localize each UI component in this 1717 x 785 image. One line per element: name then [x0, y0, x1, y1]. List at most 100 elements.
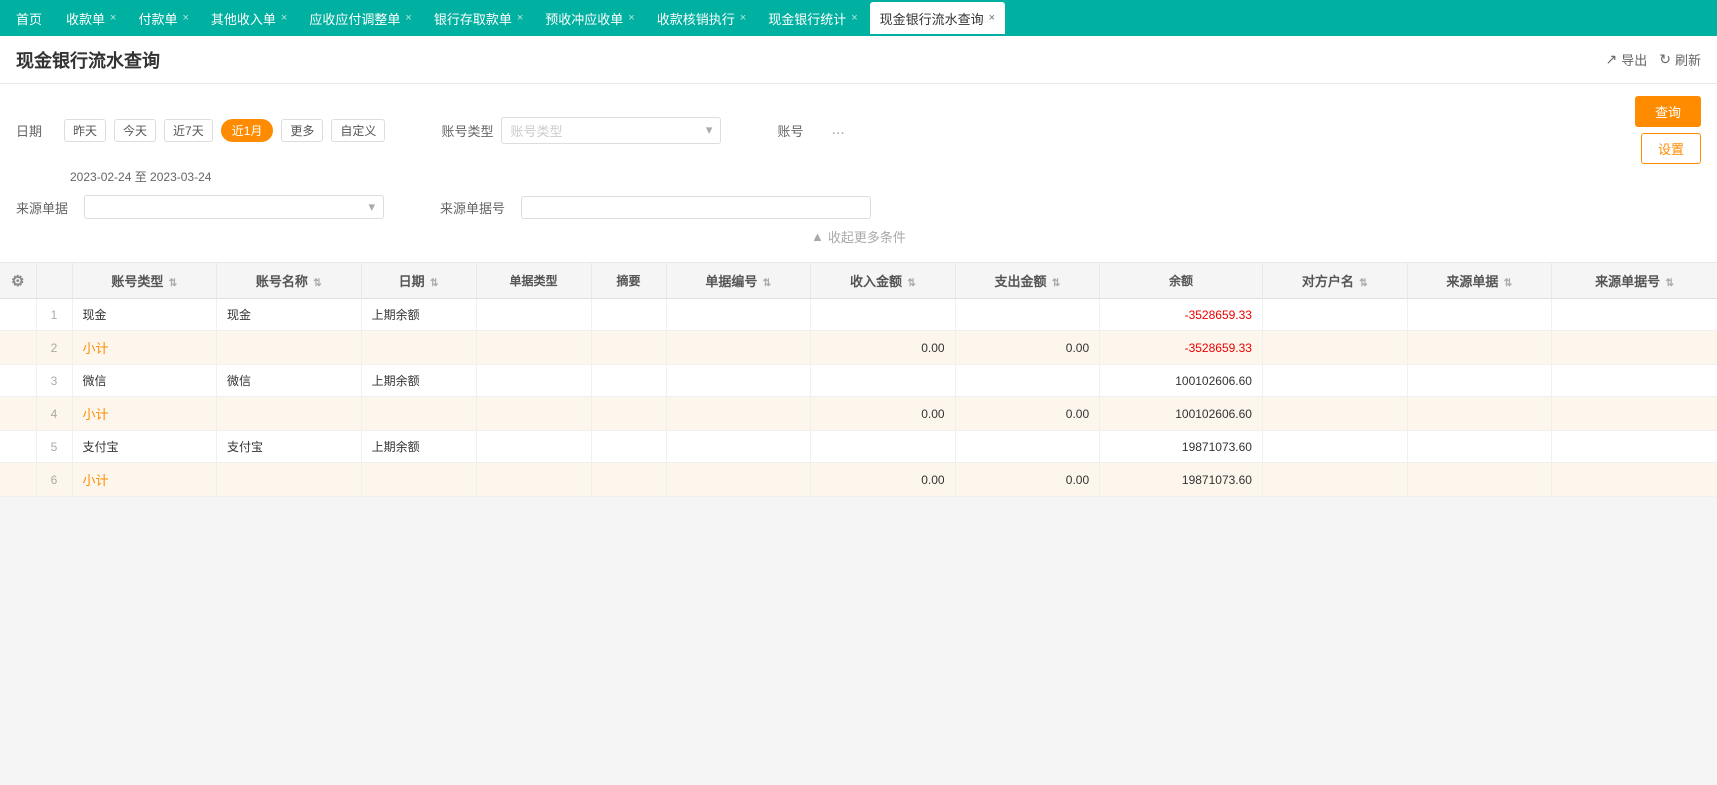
query-button[interactable]: 查询	[1635, 96, 1701, 127]
filter-row-2: 来源单据 ▾ 来源单据号	[16, 195, 1701, 219]
sort-account-type-icon: ⇅	[169, 278, 177, 289]
nav-tab-5[interactable]: 预收冲应收单 ×	[535, 2, 644, 34]
nav-tab-8[interactable]: 现金银行流水查询 ×	[870, 2, 1005, 34]
account-ellipsis-btn[interactable]: ...	[825, 120, 850, 140]
col-income[interactable]: 收入金额 ⇅	[811, 263, 956, 299]
row-date: 上期余额	[361, 431, 476, 463]
row-account-type: 小计	[72, 397, 217, 431]
table-container: ⚙ 账号类型 ⇅ 账号名称 ⇅ 日期 ⇅ 单据类型 摘要 单据编号	[0, 263, 1717, 497]
refresh-button[interactable]: ↻ 刷新	[1659, 50, 1701, 69]
close-tab-2-icon[interactable]: ×	[281, 12, 287, 24]
sort-account-name-icon: ⇅	[313, 278, 321, 289]
col-date[interactable]: 日期 ⇅	[361, 263, 476, 299]
col-account-type[interactable]: 账号类型 ⇅	[72, 263, 217, 299]
row-income: 0.00	[811, 397, 956, 431]
row-income: 0.00	[811, 331, 956, 365]
col-expense[interactable]: 支出金额 ⇅	[955, 263, 1100, 299]
account-type-label: 账号类型	[441, 121, 493, 140]
nav-tab-7[interactable]: 现金银行统计 ×	[758, 2, 867, 34]
nav-home[interactable]: 首页	[4, 5, 54, 32]
date-7days-btn[interactable]: 近7天	[164, 119, 213, 142]
col-source-doc[interactable]: 来源单据 ⇅	[1407, 263, 1552, 299]
close-tab-4-icon[interactable]: ×	[517, 12, 523, 24]
row-source-doc	[1407, 331, 1552, 365]
settings-button[interactable]: 设置	[1641, 133, 1701, 164]
row-counterpart	[1262, 365, 1407, 397]
row-summary	[591, 463, 666, 497]
close-tab-5-icon[interactable]: ×	[628, 12, 634, 24]
top-nav: 首页 收款单 × 付款单 × 其他收入单 × 应收应付调整单 × 银行存取款单 …	[0, 0, 1717, 36]
sort-doc-no-icon: ⇅	[763, 278, 771, 289]
row-summary	[591, 365, 666, 397]
row-source-doc	[1407, 397, 1552, 431]
nav-tab-1[interactable]: 付款单 ×	[128, 2, 198, 34]
row-account-type: 支付宝	[72, 431, 217, 463]
col-counterpart[interactable]: 对方户名 ⇅	[1262, 263, 1407, 299]
filter-area: 日期 昨天 今天 近7天 近1月 更多 自定义 账号类型 账号类型 ▾ 账号 .…	[0, 84, 1717, 263]
source-doc-select[interactable]: ▾	[84, 195, 384, 219]
close-tab-6-icon[interactable]: ×	[740, 12, 746, 24]
date-today-btn[interactable]: 今天	[114, 119, 156, 142]
account-label: 账号	[777, 121, 817, 140]
row-source-doc-no	[1552, 331, 1717, 365]
row-income	[811, 365, 956, 397]
row-doc-no	[666, 463, 811, 497]
row-balance: 100102606.60	[1100, 397, 1263, 431]
row-doc-no	[666, 331, 811, 365]
table-row: 2 小计 0.00 0.00 -3528659.33	[0, 331, 1717, 365]
row-expense	[955, 365, 1100, 397]
row-doc-type	[476, 299, 591, 331]
gear-icon[interactable]: ⚙	[11, 273, 24, 290]
nav-tab-3[interactable]: 应收应付调整单 ×	[299, 2, 421, 34]
close-tab-8-icon[interactable]: ×	[989, 12, 995, 24]
row-doc-type	[476, 431, 591, 463]
table-row: 5 支付宝 支付宝 上期余额 19871073.60	[0, 431, 1717, 463]
account-type-filter-group: 账号类型 账号类型 ▾	[441, 117, 721, 144]
nav-tab-6[interactable]: 收款核销执行 ×	[647, 2, 756, 34]
row-date: 上期余额	[361, 299, 476, 331]
row-account-name: 支付宝	[217, 431, 362, 463]
col-doc-no[interactable]: 单据编号 ⇅	[666, 263, 811, 299]
nav-tab-0[interactable]: 收款单 ×	[56, 2, 126, 34]
row-counterpart	[1262, 299, 1407, 331]
date-yesterday-btn[interactable]: 昨天	[64, 119, 106, 142]
collapse-icon: ▲	[811, 229, 824, 244]
col-gear[interactable]: ⚙	[0, 263, 36, 299]
row-source-doc-no	[1552, 365, 1717, 397]
row-summary	[591, 299, 666, 331]
collapse-conditions-btn[interactable]: ▲ 收起更多条件	[16, 223, 1701, 250]
date-more-btn[interactable]: 更多	[281, 119, 323, 142]
page-title: 现金银行流水查询	[16, 47, 160, 73]
source-doc-no-input[interactable]	[521, 196, 871, 219]
col-account-name[interactable]: 账号名称 ⇅	[217, 263, 362, 299]
close-tab-7-icon[interactable]: ×	[851, 12, 857, 24]
close-tab-3-icon[interactable]: ×	[405, 12, 411, 24]
account-filter-group: 账号 ...	[777, 120, 850, 140]
close-tab-1-icon[interactable]: ×	[182, 12, 188, 24]
table-row: 4 小计 0.00 0.00 100102606.60	[0, 397, 1717, 431]
col-balance: 余额	[1100, 263, 1263, 299]
row-balance: -3528659.33	[1100, 299, 1263, 331]
row-account-name: 微信	[217, 365, 362, 397]
sort-date-icon: ⇅	[430, 278, 438, 289]
col-source-doc-no[interactable]: 来源单据号 ⇅	[1552, 263, 1717, 299]
close-tab-0-icon[interactable]: ×	[110, 12, 116, 24]
row-source-doc-no	[1552, 299, 1717, 331]
date-1month-btn[interactable]: 近1月	[221, 119, 274, 142]
row-date	[361, 331, 476, 365]
table-row: 1 现金 现金 上期余额 -3528659.33	[0, 299, 1717, 331]
row-summary	[591, 431, 666, 463]
filter-row-1: 日期 昨天 今天 近7天 近1月 更多 自定义 账号类型 账号类型 ▾ 账号 .…	[16, 96, 1701, 164]
row-gear-cell	[0, 331, 36, 365]
row-doc-type	[476, 463, 591, 497]
export-button[interactable]: ↗ 导出	[1606, 50, 1648, 69]
source-doc-label: 来源单据	[16, 198, 68, 217]
account-type-select[interactable]: 账号类型 ▾	[501, 117, 721, 144]
date-custom-btn[interactable]: 自定义	[331, 119, 385, 142]
row-account-name	[217, 397, 362, 431]
nav-tab-2[interactable]: 其他收入单 ×	[201, 2, 297, 34]
nav-tab-4[interactable]: 银行存取款单 ×	[424, 2, 533, 34]
row-account-type: 微信	[72, 365, 217, 397]
row-seq: 4	[36, 397, 72, 431]
row-source-doc	[1407, 365, 1552, 397]
